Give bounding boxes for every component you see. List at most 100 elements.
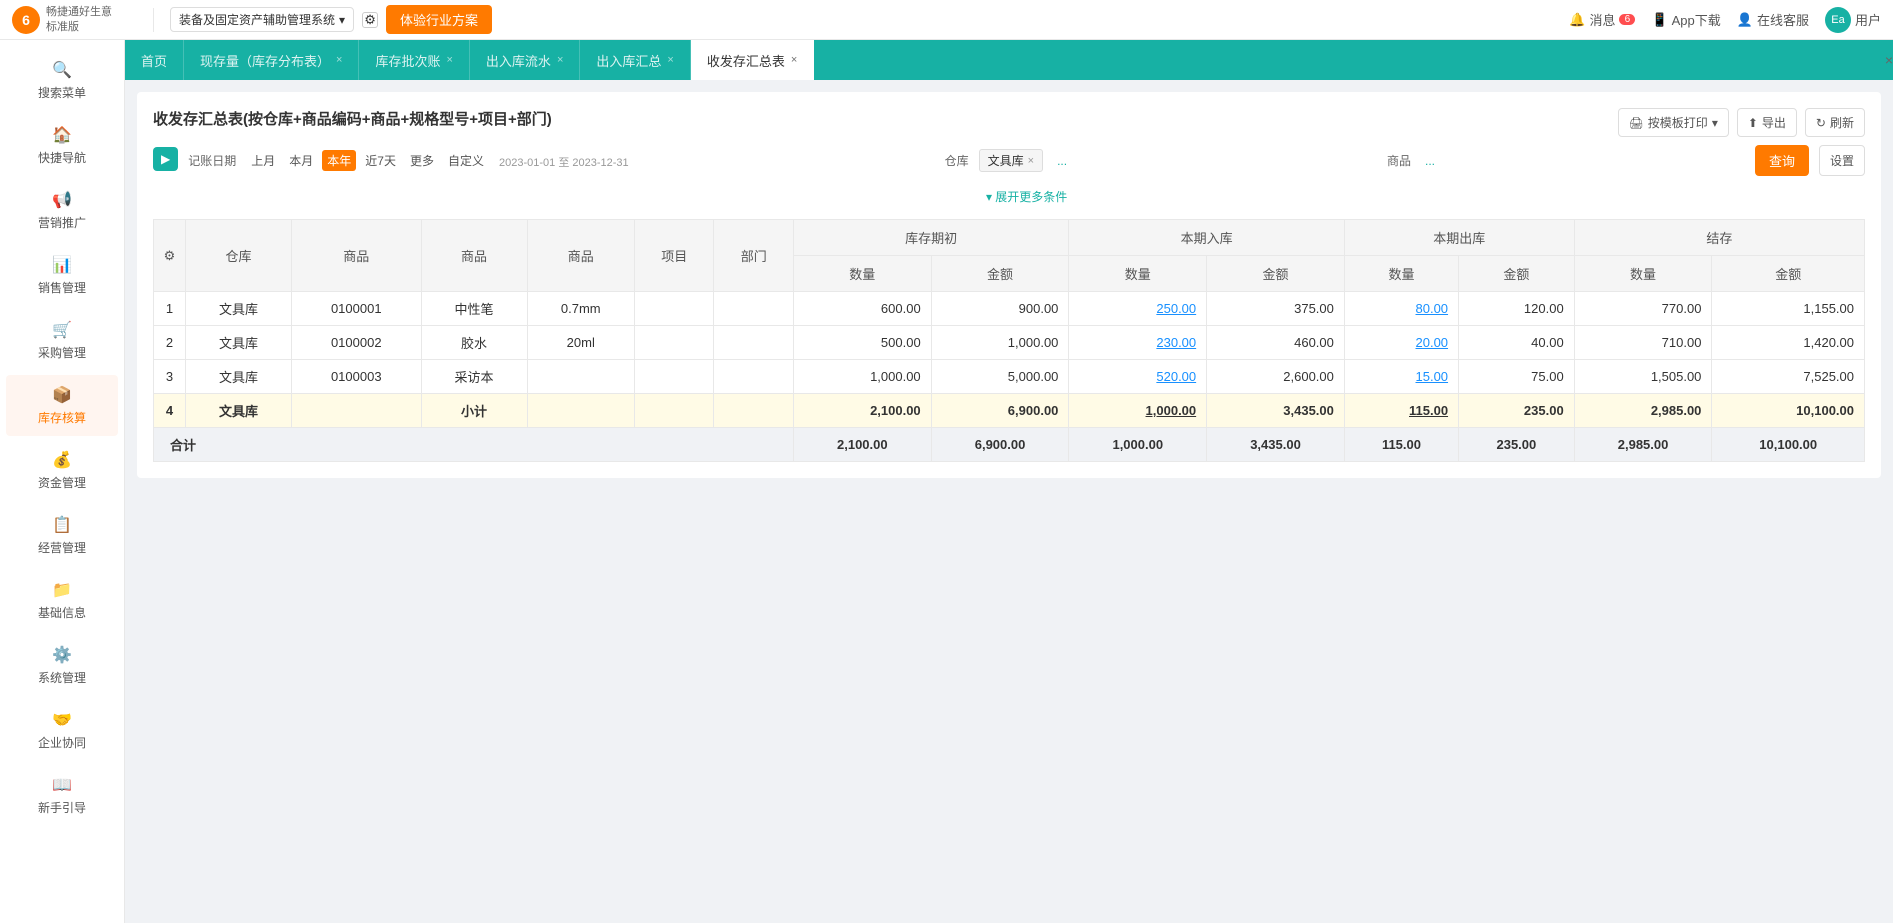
cell-end-qty: 710.00: [1574, 326, 1712, 360]
sidebar-label-sales: 销售管理: [38, 279, 86, 296]
refresh-btn-label: 刷新: [1830, 114, 1854, 131]
tab-batch-ledger[interactable]: 库存批次账 ×: [359, 40, 469, 80]
warehouse-more-button[interactable]: ...: [1053, 152, 1071, 170]
col-open-amt: 金额: [931, 256, 1069, 292]
sidebar-label-corp: 企业协同: [38, 734, 86, 751]
cell-dept: [714, 360, 793, 394]
table-row: 3文具库0100003采访本1,000.005,000.00520.002,60…: [154, 360, 1865, 394]
tab-inventory-dist-close[interactable]: ×: [336, 54, 342, 66]
content-area: 首页 现存量（库存分布表） × 库存批次账 × 出入库流水 × 出入库汇总 ×: [125, 40, 1893, 923]
cell-out-qty[interactable]: 115.00: [1344, 394, 1458, 428]
product-more-button[interactable]: ...: [1421, 152, 1439, 170]
sidebar-label-operations: 经营管理: [38, 539, 86, 556]
tab-inout-summary[interactable]: 出入库汇总 ×: [580, 40, 690, 80]
cell-out-qty[interactable]: 15.00: [1344, 360, 1458, 394]
col-header-sku-code: 商品: [291, 220, 421, 292]
col-header-project: 项目: [634, 220, 713, 292]
tab-inventory-dist[interactable]: 现存量（库存分布表） ×: [184, 40, 359, 80]
sidebar-item-marketing[interactable]: 📢 营销推广: [6, 180, 118, 241]
sidebar-item-guide[interactable]: 📖 新手引导: [6, 765, 118, 826]
online-service-item[interactable]: 👤 在线客服: [1737, 10, 1809, 29]
cell-open-amt: 6,900.00: [931, 394, 1069, 428]
filter-expand-button[interactable]: ▶: [153, 147, 178, 171]
cell-in-qty[interactable]: 520.00: [1069, 360, 1207, 394]
corp-icon: 🤝: [52, 710, 72, 730]
warehouse-tag-close[interactable]: ×: [1028, 155, 1034, 167]
tab-inout-flow-close[interactable]: ×: [557, 54, 563, 66]
user-item[interactable]: Ea 用户: [1825, 7, 1881, 33]
shortcut-this-year[interactable]: 本年: [322, 150, 356, 171]
cell-out-amt: 75.00: [1459, 360, 1575, 394]
cell-in-qty[interactable]: 250.00: [1069, 292, 1207, 326]
cell-sku-code: 0100001: [291, 292, 421, 326]
settings-icon[interactable]: ⚙: [362, 12, 378, 28]
trial-button[interactable]: 体验行业方案: [386, 5, 492, 34]
print-btn-label: 按模板打印: [1648, 114, 1708, 131]
col-open-qty: 数量: [793, 256, 931, 292]
sidebar-item-finance[interactable]: 💰 资金管理: [6, 440, 118, 501]
cell-out-qty[interactable]: 80.00: [1344, 292, 1458, 326]
col-group-end: 结存: [1574, 220, 1864, 256]
tab-recv-send-summary[interactable]: 收发存汇总表 ×: [691, 40, 814, 80]
cell-out-amt: 120.00: [1459, 292, 1575, 326]
sidebar-item-quicknav[interactable]: 🏠 快捷导航: [6, 115, 118, 176]
export-button[interactable]: ⬆ 导出: [1737, 108, 1797, 137]
sidebar-item-operations[interactable]: 📋 经营管理: [6, 505, 118, 566]
cell-project: [634, 360, 713, 394]
filter-settings-button[interactable]: 设置: [1819, 145, 1865, 176]
cell-warehouse: 文具库: [186, 292, 292, 326]
sidebar-item-corp[interactable]: 🤝 企业协同: [6, 700, 118, 761]
tab-recv-send-summary-label: 收发存汇总表: [707, 51, 785, 70]
cell-sku-name: 胶水: [421, 326, 527, 360]
footer-out-qty: 115.00: [1344, 428, 1458, 462]
sidebar-item-basic[interactable]: 📁 基础信息: [6, 570, 118, 631]
close-tab-button[interactable]: ×: [1885, 52, 1893, 68]
cell-open-qty: 1,000.00: [793, 360, 931, 394]
cell-out-qty[interactable]: 20.00: [1344, 326, 1458, 360]
operations-icon: 📋: [52, 515, 72, 535]
shortcut-7days[interactable]: 近7天: [360, 150, 401, 171]
expand-more-button[interactable]: ▾ 展开更多条件: [986, 188, 1067, 205]
product-filter-label: 商品: [1387, 152, 1411, 169]
cell-end-qty: 1,505.00: [1574, 360, 1712, 394]
tab-recv-send-summary-close[interactable]: ×: [791, 54, 797, 66]
footer-open-qty: 2,100.00: [793, 428, 931, 462]
refresh-button[interactable]: ↻ 刷新: [1805, 108, 1865, 137]
col-header-dept: 部门: [714, 220, 793, 292]
cell-sku-name: 采访本: [421, 360, 527, 394]
tab-inout-summary-close[interactable]: ×: [667, 54, 673, 66]
cell-in-qty[interactable]: 230.00: [1069, 326, 1207, 360]
cell-seq: 4: [154, 394, 186, 428]
tab-inout-flow[interactable]: 出入库流水 ×: [470, 40, 580, 80]
sidebar-label-system: 系统管理: [38, 669, 86, 686]
shortcut-last-month[interactable]: 上月: [246, 150, 280, 171]
app-download-item[interactable]: 📱 App下载: [1651, 10, 1720, 29]
sidebar-item-purchase[interactable]: 🛒 采购管理: [6, 310, 118, 371]
sidebar-label-purchase: 采购管理: [38, 344, 86, 361]
tab-home[interactable]: 首页: [125, 40, 184, 80]
message-badge: 6: [1619, 14, 1635, 25]
sidebar-item-sales[interactable]: 📊 销售管理: [6, 245, 118, 306]
message-item[interactable]: 🔔 消息 6: [1569, 10, 1635, 29]
shortcut-custom[interactable]: 自定义: [443, 150, 489, 171]
search-icon: 🔍: [52, 60, 72, 80]
shortcut-this-month[interactable]: 本月: [284, 150, 318, 171]
tab-batch-ledger-close[interactable]: ×: [446, 54, 452, 66]
cell-in-qty[interactable]: 1,000.00: [1069, 394, 1207, 428]
print-template-button[interactable]: 🖨 按模板打印 ▾: [1618, 108, 1729, 137]
footer-end-amt: 10,100.00: [1712, 428, 1865, 462]
cell-open-amt: 1,000.00: [931, 326, 1069, 360]
shortcut-more[interactable]: 更多: [405, 150, 439, 171]
avatar: Ea: [1825, 7, 1851, 33]
query-button[interactable]: 查询: [1755, 145, 1809, 176]
table-row: 4文具库小计2,100.006,900.001,000.003,435.0011…: [154, 394, 1865, 428]
table-settings-col[interactable]: ⚙: [154, 220, 186, 292]
cell-sku-name: 小计: [421, 394, 527, 428]
cell-dept: [714, 394, 793, 428]
sidebar-item-inventory[interactable]: 📦 库存核算: [6, 375, 118, 436]
sidebar-item-system[interactable]: ⚙️ 系统管理: [6, 635, 118, 696]
system-selector[interactable]: 装备及固定资产辅助管理系统 ▾: [170, 7, 354, 32]
sidebar-item-search[interactable]: 🔍 搜索菜单: [6, 50, 118, 111]
cell-open-qty: 600.00: [793, 292, 931, 326]
page-top-actions: 🖨 按模板打印 ▾ ⬆ 导出 ↻ 刷新: [1618, 108, 1865, 137]
